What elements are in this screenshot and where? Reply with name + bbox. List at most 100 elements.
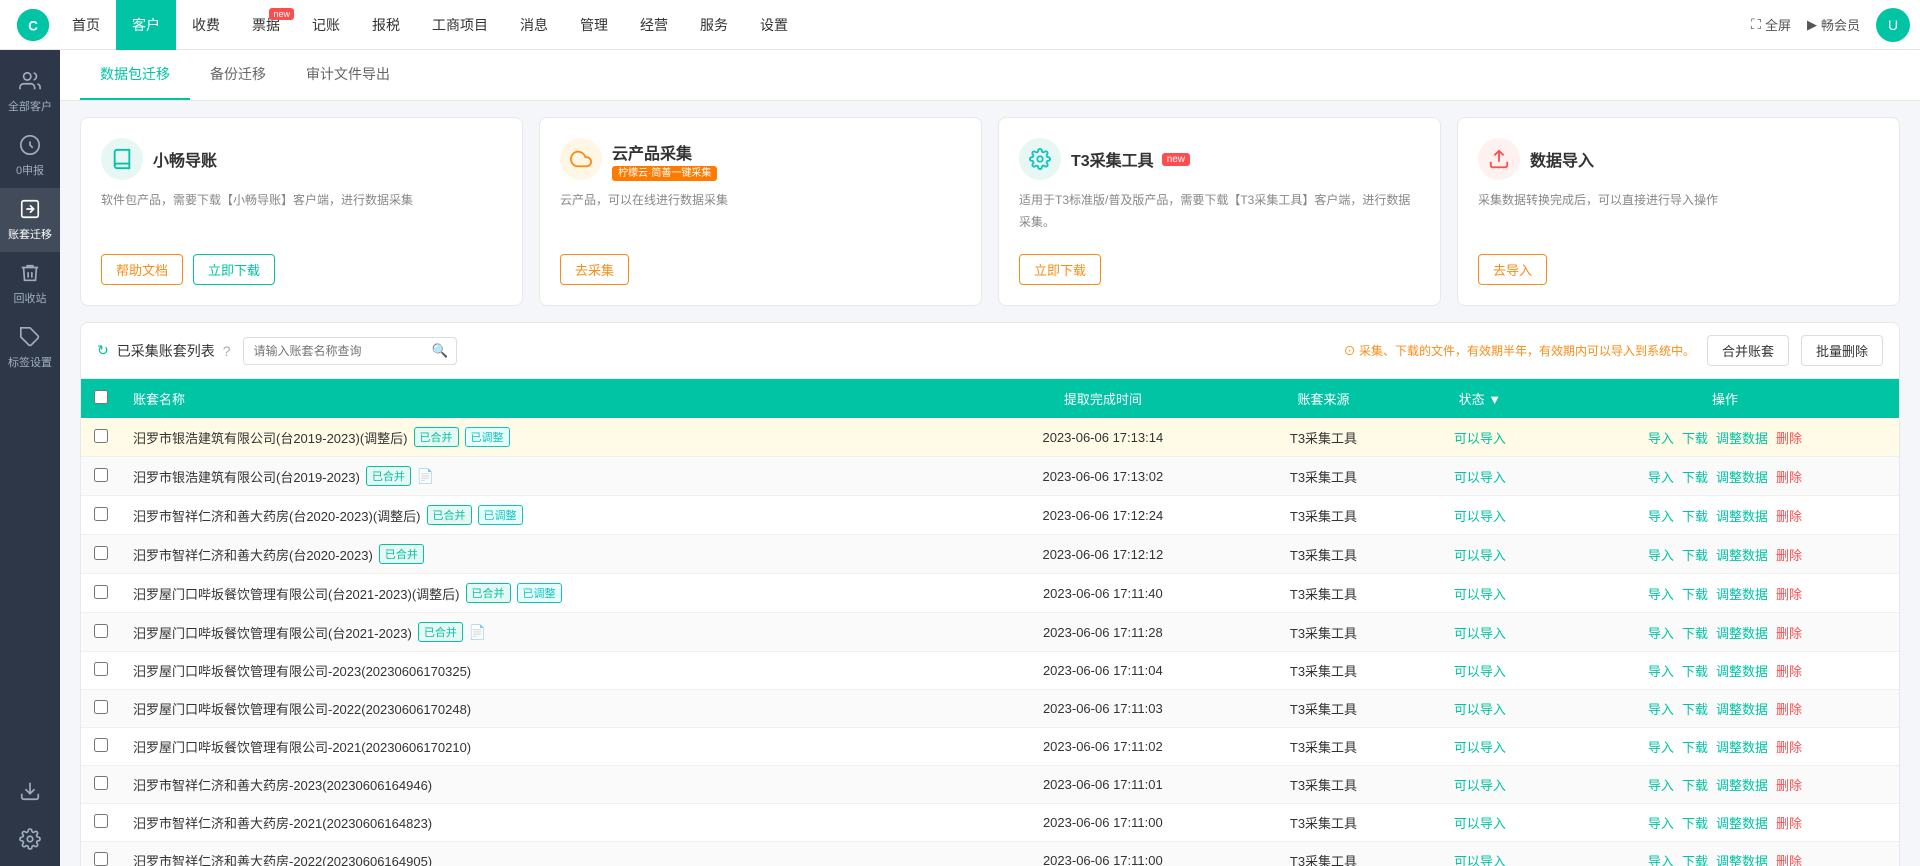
sidebar-item-tag-settings[interactable]: 标签设置 <box>0 316 60 380</box>
sidebar-item-user-settings[interactable] <box>0 818 60 866</box>
row-checkbox[interactable] <box>94 662 108 676</box>
row-checkbox[interactable] <box>94 700 108 714</box>
delete-action[interactable]: 删除 <box>1776 548 1802 563</box>
import-action[interactable]: 导入 <box>1648 470 1674 485</box>
adjust-data-action[interactable]: 调整数据 <box>1716 664 1768 679</box>
row-checkbox[interactable] <box>94 738 108 752</box>
delete-action[interactable]: 删除 <box>1776 740 1802 755</box>
import-action[interactable]: 导入 <box>1648 626 1674 641</box>
nav-item-fee[interactable]: 收费 <box>176 0 236 50</box>
download-action[interactable]: 下载 <box>1682 740 1708 755</box>
help-doc-button[interactable]: 帮助文档 <box>101 254 183 285</box>
adjust-data-action[interactable]: 调整数据 <box>1716 854 1768 866</box>
delete-action[interactable]: 删除 <box>1776 431 1802 446</box>
adjust-data-action[interactable]: 调整数据 <box>1716 816 1768 831</box>
adjust-data-action[interactable]: 调整数据 <box>1716 740 1768 755</box>
delete-action[interactable]: 删除 <box>1776 702 1802 717</box>
delete-action[interactable]: 删除 <box>1776 626 1802 641</box>
import-action[interactable]: 导入 <box>1648 431 1674 446</box>
go-collect-button[interactable]: 去采集 <box>560 254 629 285</box>
member-button[interactable]: ▶ 畅会员 <box>1807 15 1860 34</box>
import-action[interactable]: 导入 <box>1648 778 1674 793</box>
row-checkbox[interactable] <box>94 585 108 599</box>
adjust-data-action[interactable]: 调整数据 <box>1716 548 1768 563</box>
sidebar-item-download[interactable] <box>0 770 60 818</box>
nav-item-bookkeeping[interactable]: 记账 <box>296 0 356 50</box>
nav-item-business[interactable]: 工商项目 <box>416 0 504 50</box>
import-action[interactable]: 导入 <box>1648 816 1674 831</box>
download-now-button[interactable]: 立即下载 <box>193 254 275 285</box>
import-action[interactable]: 导入 <box>1648 509 1674 524</box>
row-checkbox[interactable] <box>94 507 108 521</box>
download-action[interactable]: 下载 <box>1682 664 1708 679</box>
row-checkbox[interactable] <box>94 814 108 828</box>
row-checkbox[interactable] <box>94 468 108 482</box>
batch-delete-button[interactable]: 批量删除 <box>1801 335 1883 366</box>
row-checkbox[interactable] <box>94 546 108 560</box>
download-action[interactable]: 下载 <box>1682 509 1708 524</box>
tab-audit-export[interactable]: 审计文件导出 <box>286 50 410 100</box>
nav-item-service[interactable]: 服务 <box>684 0 744 50</box>
download-action[interactable]: 下载 <box>1682 816 1708 831</box>
nav-item-manage[interactable]: 管理 <box>564 0 624 50</box>
import-action[interactable]: 导入 <box>1648 664 1674 679</box>
download-action[interactable]: 下载 <box>1682 702 1708 717</box>
nav-item-message[interactable]: 消息 <box>504 0 564 50</box>
select-all-checkbox[interactable] <box>94 390 108 404</box>
download-action[interactable]: 下载 <box>1682 778 1708 793</box>
search-input[interactable] <box>244 339 424 363</box>
delete-action[interactable]: 删除 <box>1776 664 1802 679</box>
import-action[interactable]: 导入 <box>1648 548 1674 563</box>
adjust-data-action[interactable]: 调整数据 <box>1716 587 1768 602</box>
adjust-data-action[interactable]: 调整数据 <box>1716 470 1768 485</box>
delete-action[interactable]: 删除 <box>1776 509 1802 524</box>
delete-action[interactable]: 删除 <box>1776 854 1802 866</box>
file-icon[interactable]: 📄 <box>417 468 434 485</box>
go-import-button[interactable]: 去导入 <box>1478 254 1547 285</box>
help-circle-icon[interactable]: ? <box>223 343 231 359</box>
download-action[interactable]: 下载 <box>1682 431 1708 446</box>
nav-item-invoice[interactable]: 票据 new <box>236 0 296 50</box>
download-action[interactable]: 下载 <box>1682 626 1708 641</box>
search-button[interactable]: 🔍 <box>424 338 457 364</box>
sidebar-item-all-clients[interactable]: 全部客户 <box>0 60 60 124</box>
delete-action[interactable]: 删除 <box>1776 816 1802 831</box>
nav-item-client[interactable]: 客户 <box>116 0 176 50</box>
delete-action[interactable]: 删除 <box>1776 778 1802 793</box>
row-checkbox[interactable] <box>94 776 108 790</box>
adjust-data-action[interactable]: 调整数据 <box>1716 626 1768 641</box>
sidebar-item-migrate[interactable]: 账套迁移 <box>0 188 60 252</box>
adjust-data-action[interactable]: 调整数据 <box>1716 778 1768 793</box>
sidebar-item-trash[interactable]: 回收站 <box>0 252 60 316</box>
delete-action[interactable]: 删除 <box>1776 587 1802 602</box>
fullscreen-button[interactable]: ⛶ 全屏 <box>1751 15 1791 34</box>
import-action[interactable]: 导入 <box>1648 740 1674 755</box>
tab-data-migration[interactable]: 数据包迁移 <box>80 50 190 100</box>
nav-item-tax[interactable]: 报税 <box>356 0 416 50</box>
nav-item-operation[interactable]: 经营 <box>624 0 684 50</box>
adjust-data-action[interactable]: 调整数据 <box>1716 431 1768 446</box>
download-action[interactable]: 下载 <box>1682 854 1708 866</box>
download-action[interactable]: 下载 <box>1682 587 1708 602</box>
import-action[interactable]: 导入 <box>1648 702 1674 717</box>
nav-item-settings[interactable]: 设置 <box>744 0 804 50</box>
file-icon[interactable]: 📄 <box>469 624 486 641</box>
download-action[interactable]: 下载 <box>1682 470 1708 485</box>
download-action[interactable]: 下载 <box>1682 548 1708 563</box>
nav-item-home[interactable]: 首页 <box>56 0 116 50</box>
avatar[interactable]: U <box>1876 8 1910 42</box>
delete-action[interactable]: 删除 <box>1776 470 1802 485</box>
tab-backup-migration[interactable]: 备份迁移 <box>190 50 286 100</box>
import-action[interactable]: 导入 <box>1648 854 1674 866</box>
row-checkbox[interactable] <box>94 429 108 443</box>
merge-accounts-button[interactable]: 合并账套 <box>1707 335 1789 366</box>
logo[interactable]: C <box>10 8 56 42</box>
row-checkbox[interactable] <box>94 852 108 866</box>
sidebar-item-zero-report[interactable]: 0申报 <box>0 124 60 188</box>
t3-download-button[interactable]: 立即下载 <box>1019 254 1101 285</box>
refresh-icon[interactable]: ↻ <box>97 342 109 359</box>
adjust-data-action[interactable]: 调整数据 <box>1716 702 1768 717</box>
adjust-data-action[interactable]: 调整数据 <box>1716 509 1768 524</box>
import-action[interactable]: 导入 <box>1648 587 1674 602</box>
row-checkbox[interactable] <box>94 624 108 638</box>
